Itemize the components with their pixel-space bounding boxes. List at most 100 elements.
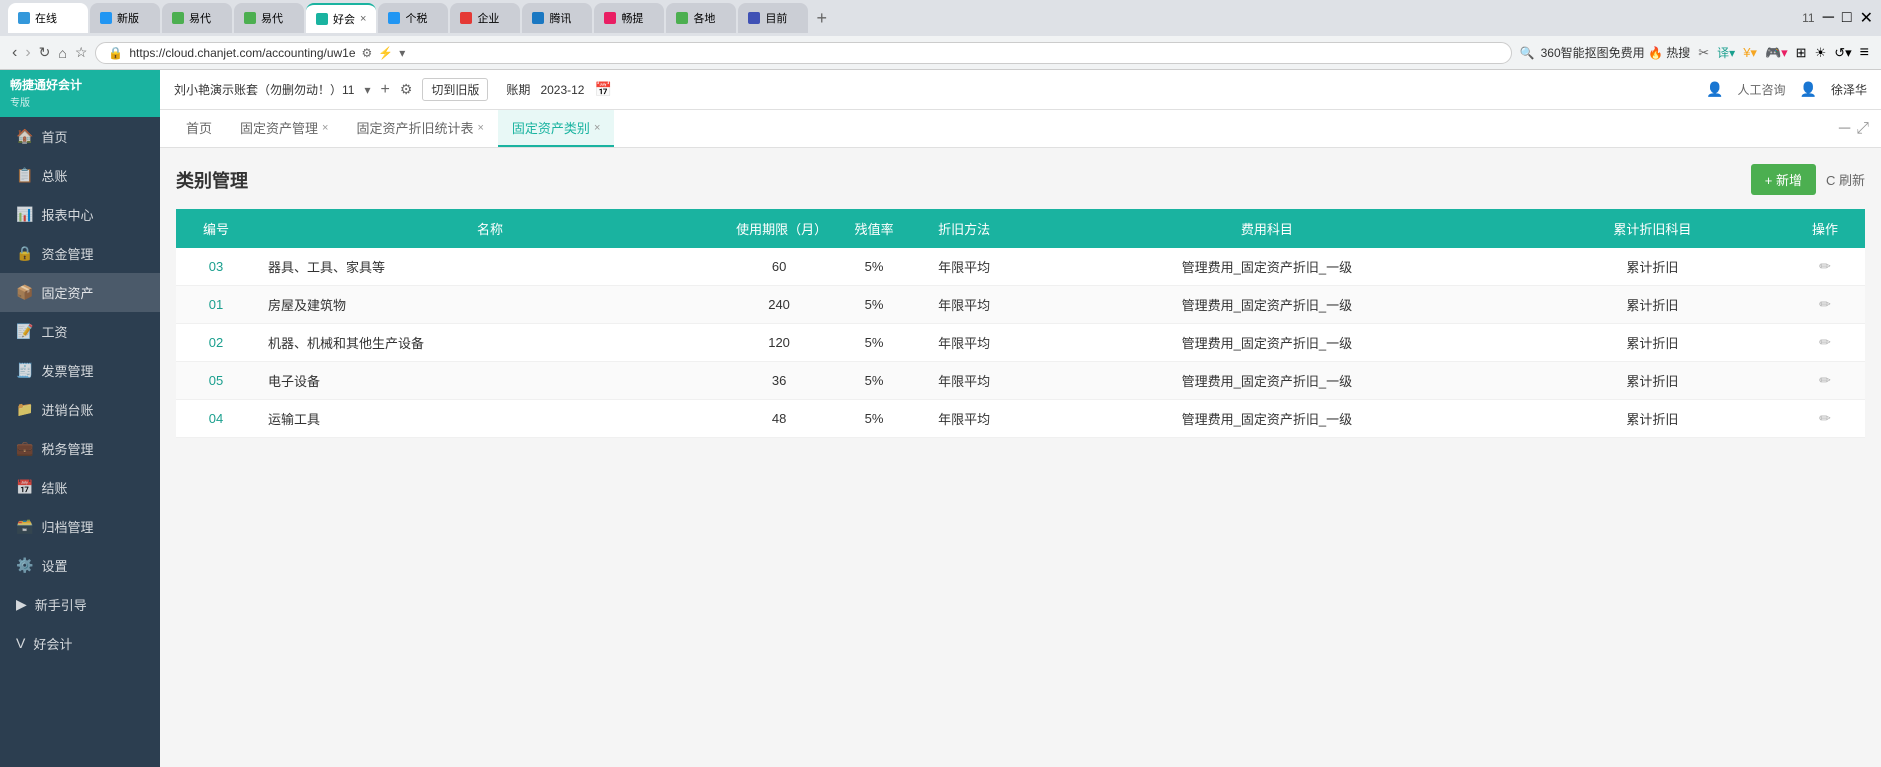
cell-name: 器具、工具、家具等 <box>256 248 724 286</box>
table-row: 05电子设备365%年限平均管理费用_固定资产折旧_一级累计折旧✏ <box>176 362 1865 400</box>
cell-action[interactable]: ✏ <box>1785 286 1865 324</box>
sidebar-item-home[interactable]: 🏠 首页 <box>0 117 160 156</box>
sidebar-item-label: 归档管理 <box>41 517 93 536</box>
sidebar-item-general-ledger[interactable]: 📋 总账 <box>0 156 160 195</box>
forward-button[interactable]: › <box>25 44 30 62</box>
tab-icon <box>676 12 688 24</box>
tab-close-icon[interactable]: × <box>322 122 328 134</box>
minimize-button[interactable]: ─ <box>1823 9 1834 27</box>
sidebar-item-invoice[interactable]: 🧾 发票管理 <box>0 351 160 390</box>
header-right: 👤 人工咨询 👤 徐泽华 <box>1706 81 1867 98</box>
cell-expense: 管理费用_固定资产折旧_一级 <box>1014 248 1520 286</box>
haokuaiji-icon: V <box>16 635 25 651</box>
close-window-button[interactable]: ✕ <box>1860 8 1873 28</box>
new-tab-button[interactable]: + <box>810 8 833 29</box>
browser-tab-yidai1[interactable]: 易代 <box>162 3 232 33</box>
sidebar-item-tax[interactable]: 💼 税务管理 <box>0 429 160 468</box>
settings-gear-icon[interactable]: ⚙ <box>400 81 413 98</box>
inventory-icon: 📁 <box>16 401 33 418</box>
collapse-tab-button[interactable]: ─ <box>1839 120 1850 138</box>
tab-label: 固定资产类别 <box>512 118 590 137</box>
sidebar-item-archive[interactable]: 🗃️ 归档管理 <box>0 507 160 546</box>
browser-tab-muqian[interactable]: 目前 <box>738 3 808 33</box>
sidebar-item-inventory[interactable]: 📁 进销台账 <box>0 390 160 429</box>
history-icon[interactable]: ↺▾ <box>1834 45 1851 61</box>
sidebar-item-settings[interactable]: ⚙️ 设置 <box>0 546 160 585</box>
browser-tab-gedi[interactable]: 各地 <box>666 3 736 33</box>
table-row: 04运输工具485%年限平均管理费用_固定资产折旧_一级累计折旧✏ <box>176 400 1865 438</box>
refresh-button[interactable]: C 刷新 <box>1826 164 1865 195</box>
browser-tab-zaixian[interactable]: 在线 <box>8 3 88 33</box>
switch-version-button[interactable]: 切到旧版 <box>422 78 488 101</box>
cell-action[interactable]: ✏ <box>1785 248 1865 286</box>
grid-icon[interactable]: ⊞ <box>1796 45 1807 61</box>
sidebar-item-payroll[interactable]: 📝 工资 <box>0 312 160 351</box>
sidebar-item-checkout[interactable]: 📅 结账 <box>0 468 160 507</box>
settings-icon: ⚙️ <box>16 557 33 574</box>
cell-action[interactable]: ✏ <box>1785 362 1865 400</box>
tab-label: 首页 <box>186 121 212 136</box>
tab-close-icon[interactable]: × <box>477 122 483 134</box>
cell-id[interactable]: 05 <box>176 362 256 400</box>
currency-icon[interactable]: ¥▾ <box>1743 45 1757 61</box>
edit-icon[interactable]: ✏ <box>1819 372 1831 388</box>
payroll-icon: 📝 <box>16 323 33 340</box>
cell-id[interactable]: 03 <box>176 248 256 286</box>
cell-action[interactable]: ✏ <box>1785 324 1865 362</box>
col-header-residual: 残值率 <box>834 209 914 248</box>
sidebar-item-haokuaiji[interactable]: V 好会计 <box>0 624 160 663</box>
maximize-button[interactable]: □ <box>1842 9 1852 27</box>
sun-icon[interactable]: ☀ <box>1815 45 1827 61</box>
cell-expense: 管理费用_固定资产折旧_一级 <box>1014 362 1520 400</box>
dropdown-icon[interactable]: ▾ <box>364 83 370 97</box>
consult-label[interactable]: 人工咨询 <box>1738 81 1786 98</box>
sidebar-item-guide[interactable]: ▶ 新手引导 <box>0 585 160 624</box>
reload-button[interactable]: ↻ <box>39 44 51 61</box>
sidebar-nav: 🏠 首页 📋 总账 📊 报表中心 🔒 资金管理 📦 固定资产 📝 <box>0 117 160 767</box>
edit-icon[interactable]: ✏ <box>1819 296 1831 312</box>
tab-asset-category[interactable]: 固定资产类别 × <box>498 110 614 147</box>
browser-tab-haokuai[interactable]: 好会 × <box>306 3 376 33</box>
tab-close-icon[interactable]: × <box>594 122 600 134</box>
tab-fixed-assets-mgmt[interactable]: 固定资产管理 × <box>226 110 342 147</box>
col-header-actions: 操作 <box>1785 209 1865 248</box>
browser-tab-qiye[interactable]: 企业 <box>450 3 520 33</box>
tab-icon <box>316 13 328 25</box>
dropdown-icon[interactable]: ▾ <box>399 46 405 60</box>
url-bar[interactable]: 🔒 https://cloud.chanjet.com/accounting/u… <box>95 42 1511 64</box>
edit-icon[interactable]: ✏ <box>1819 334 1831 350</box>
game-icon[interactable]: 🎮▾ <box>1765 45 1788 61</box>
edit-icon[interactable]: ✏ <box>1819 258 1831 274</box>
back-button[interactable]: ‹ <box>12 44 17 62</box>
expand-tab-button[interactable]: ⤢ <box>1856 120 1869 138</box>
site-info-icon[interactable]: ⚙ <box>362 46 373 60</box>
bookmark-button[interactable]: ☆ <box>75 44 88 61</box>
menu-icon[interactable]: ≡ <box>1860 44 1869 62</box>
browser-tab-geshu[interactable]: 个税 <box>378 3 448 33</box>
cell-id[interactable]: 02 <box>176 324 256 362</box>
add-icon[interactable]: + <box>381 81 390 99</box>
cell-id[interactable]: 04 <box>176 400 256 438</box>
cell-id[interactable]: 01 <box>176 286 256 324</box>
browser-tab-xinban[interactable]: 新版 <box>90 3 160 33</box>
sidebar-item-fixed-assets[interactable]: 📦 固定资产 <box>0 273 160 312</box>
sidebar-item-reports[interactable]: 📊 报表中心 <box>0 195 160 234</box>
tab-label: 好会 <box>333 11 355 27</box>
home-button[interactable]: ⌂ <box>58 45 66 61</box>
add-category-button[interactable]: + 新增 <box>1751 164 1816 195</box>
tab-home[interactable]: 首页 <box>172 110 226 147</box>
cell-action[interactable]: ✏ <box>1785 400 1865 438</box>
browser-tab-yidai2[interactable]: 易代 <box>234 3 304 33</box>
sidebar-item-funds[interactable]: 🔒 资金管理 <box>0 234 160 273</box>
edit-icon[interactable]: ✏ <box>1819 410 1831 426</box>
translate-icon[interactable]: 译▾ <box>1717 44 1735 61</box>
tab-bar-actions: ─ ⤢ <box>1839 120 1869 138</box>
close-icon[interactable]: × <box>360 13 366 25</box>
ledger-icon: 📋 <box>16 167 33 184</box>
tab-depreciation-stats[interactable]: 固定资产折旧统计表 × <box>342 110 497 147</box>
archive-icon: 🗃️ <box>16 518 33 535</box>
calendar-icon[interactable]: 📅 <box>594 81 611 98</box>
browser-tab-changti[interactable]: 畅提 <box>594 3 664 33</box>
browser-tab-tengxun[interactable]: 腾讯 <box>522 3 592 33</box>
tab-label: 固定资产折旧统计表 <box>356 118 473 137</box>
